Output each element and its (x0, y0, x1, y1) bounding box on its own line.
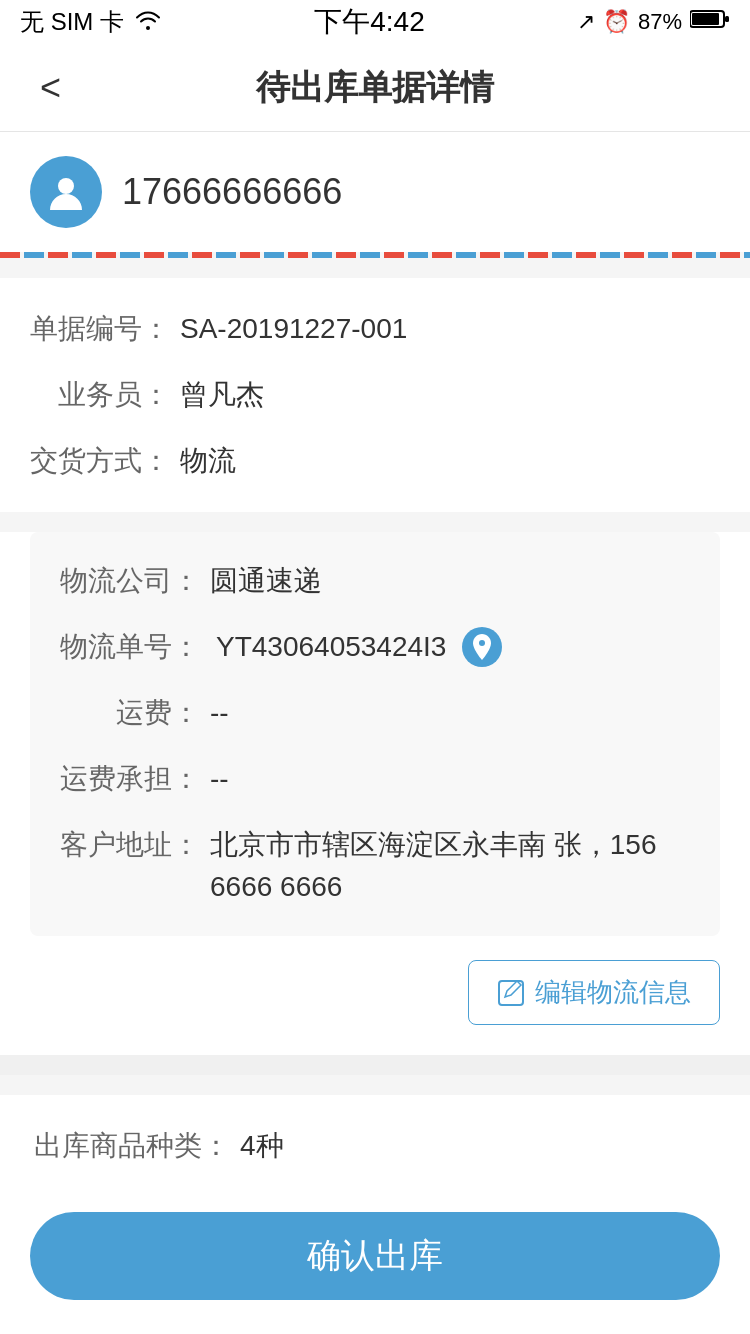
page-title: 待出库单据详情 (256, 65, 494, 111)
logistics-company-label: 物流公司： (60, 560, 200, 602)
separator (0, 1055, 750, 1075)
avatar (30, 156, 102, 228)
svg-point-3 (58, 178, 74, 194)
tracking-row: 物流单号： YT43064053424I3 (60, 626, 690, 668)
address-row: 客户地址： 北京市市辖区海淀区永丰南 张，156 6666 6666 (60, 824, 690, 908)
freight-row: 运费： -- (60, 692, 690, 734)
sales-rep-label: 业务员： (30, 374, 170, 416)
order-number-row: 单据编号： SA-20191227-001 (30, 308, 720, 350)
logistics-section: 物流公司： 圆通速递 物流单号： YT43064053424I3 运费： -- … (0, 532, 750, 1055)
edit-logistics-area: 编辑物流信息 (30, 960, 720, 1025)
time-display: 下午4:42 (314, 3, 425, 41)
sales-rep-value: 曾凡杰 (180, 374, 720, 416)
freight-value: -- (210, 692, 690, 734)
location-icon: ↗ (577, 9, 595, 35)
status-right: ↗ ⏰ 87% (577, 9, 730, 35)
tracking-value: YT43064053424I3 (216, 626, 446, 668)
svg-point-4 (479, 640, 485, 646)
nav-bar: < 待出库单据详情 (0, 44, 750, 132)
edit-logistics-label: 编辑物流信息 (535, 975, 691, 1010)
freight-bearer-value: -- (210, 758, 690, 800)
confirm-area: 确认出库 (0, 1192, 750, 1334)
customer-phone: 17666666666 (122, 171, 342, 213)
confirm-button[interactable]: 确认出库 (30, 1212, 720, 1300)
delivery-method-label: 交货方式： (30, 440, 170, 482)
back-button[interactable]: < (30, 57, 71, 119)
order-info-section: 单据编号： SA-20191227-001 业务员： 曾凡杰 交货方式： 物流 (0, 278, 750, 512)
logistics-company-row: 物流公司： 圆通速递 (60, 560, 690, 602)
delivery-method-value: 物流 (180, 440, 720, 482)
order-number-value: SA-20191227-001 (180, 308, 720, 350)
svg-rect-2 (725, 16, 729, 22)
battery-label: 87% (638, 9, 682, 35)
sales-rep-row: 业务员： 曾凡杰 (30, 374, 720, 416)
battery-icon (690, 9, 730, 35)
location-icon[interactable] (462, 627, 502, 667)
svg-rect-1 (692, 13, 719, 25)
address-value: 北京市市辖区海淀区永丰南 张，156 6666 6666 (210, 824, 690, 908)
logistics-company-value: 圆通速递 (210, 560, 690, 602)
svg-rect-5 (499, 981, 523, 1005)
dashed-divider (0, 252, 750, 258)
order-number-label: 单据编号： (30, 308, 170, 350)
freight-bearer-label: 运费承担： (60, 758, 200, 800)
alarm-icon: ⏰ (603, 9, 630, 35)
wifi-icon (134, 8, 162, 36)
address-label: 客户地址： (60, 824, 200, 866)
goods-types-value: 4种 (240, 1125, 720, 1167)
edit-logistics-button[interactable]: 编辑物流信息 (468, 960, 720, 1025)
carrier-label: 无 SIM 卡 (20, 6, 124, 38)
tracking-label: 物流单号： (60, 626, 200, 668)
freight-bearer-row: 运费承担： -- (60, 758, 690, 800)
status-left: 无 SIM 卡 (20, 6, 162, 38)
customer-header: 17666666666 (0, 132, 750, 252)
status-bar: 无 SIM 卡 下午4:42 ↗ ⏰ 87% (0, 0, 750, 44)
goods-types-label: 出库商品种类： (30, 1125, 230, 1167)
logistics-card: 物流公司： 圆通速递 物流单号： YT43064053424I3 运费： -- … (30, 532, 720, 936)
goods-types-row: 出库商品种类： 4种 (30, 1125, 720, 1167)
delivery-method-row: 交货方式： 物流 (30, 440, 720, 482)
freight-label: 运费： (60, 692, 200, 734)
